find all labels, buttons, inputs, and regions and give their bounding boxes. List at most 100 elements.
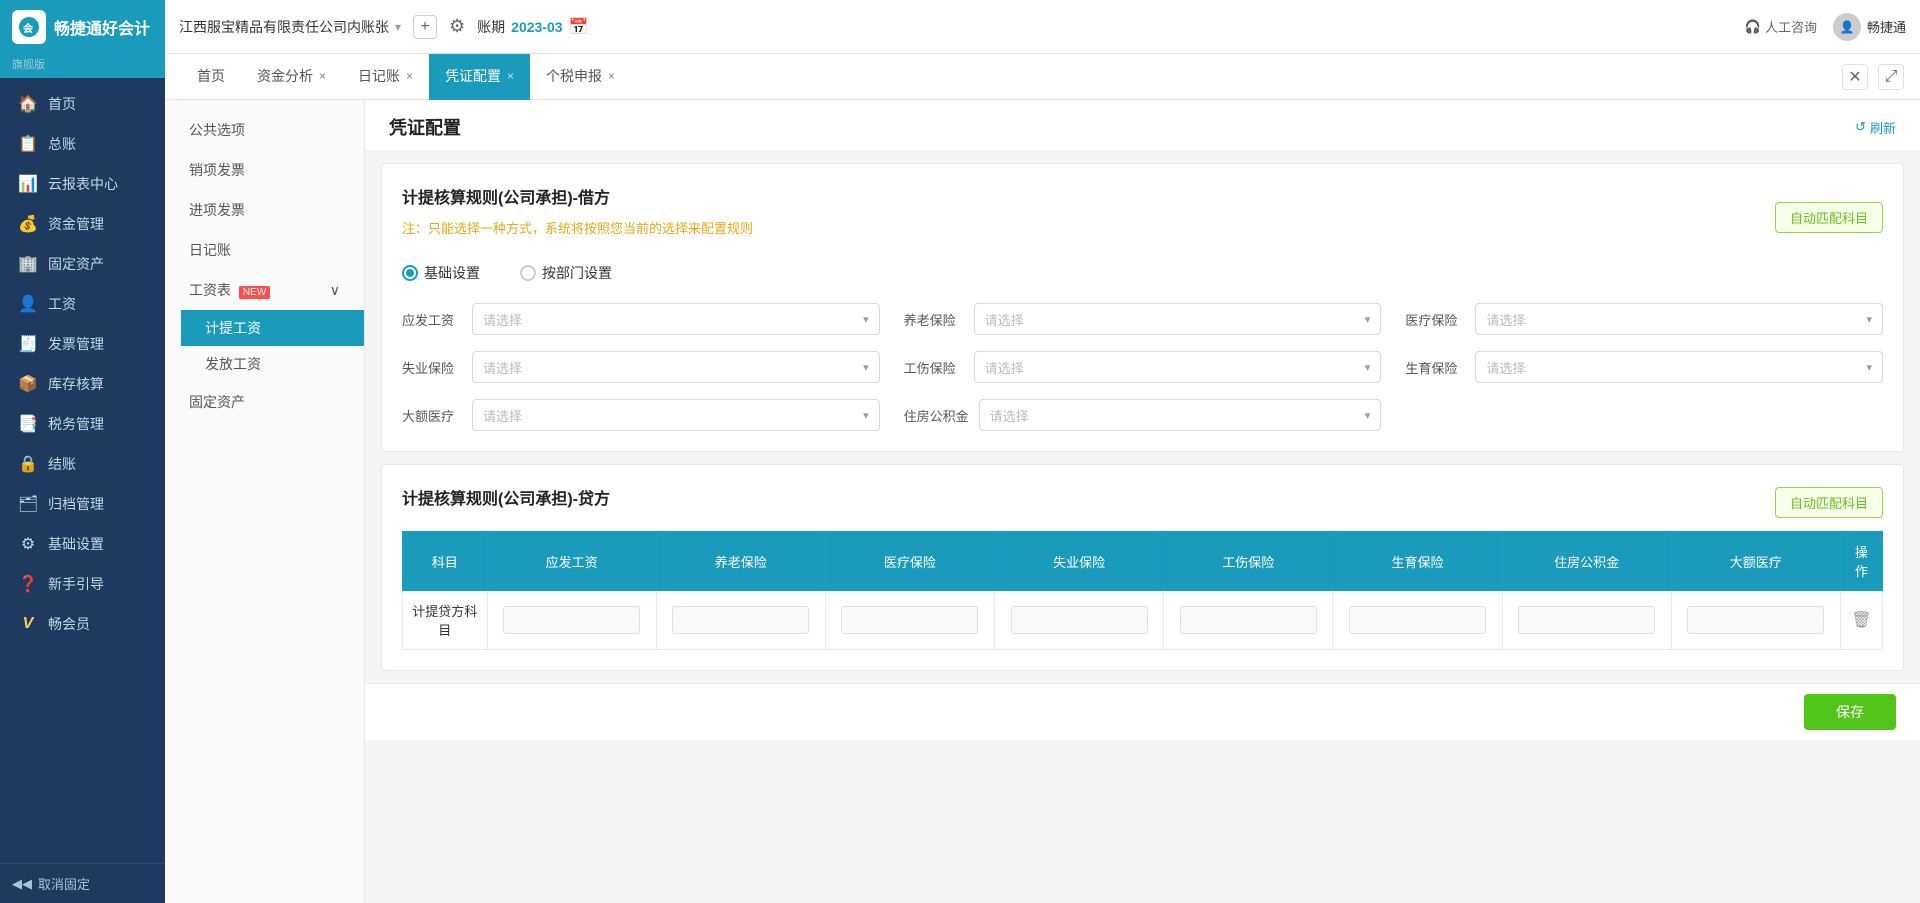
sidebar-item-label: 归档管理	[48, 494, 104, 514]
col-yingfa: 应发工资	[487, 532, 656, 591]
sidebar-item-inventory[interactable]: 📦 库存核算	[0, 364, 165, 404]
sidebar-item-capital[interactable]: 💰 资金管理	[0, 204, 165, 244]
left-nav-calc-salary[interactable]: 计提工资	[181, 310, 364, 346]
sidebar-item-salary[interactable]: 👤 工资	[0, 284, 165, 324]
debit-auto-match-button[interactable]: 自动匹配科目	[1775, 202, 1883, 233]
col-shiye: 失业保险	[995, 532, 1164, 591]
avatar: 👤	[1833, 13, 1861, 41]
user-menu[interactable]: 👤 畅捷通	[1833, 13, 1906, 41]
debit-header-row: 计提核算规则(公司承担)-借方 注：只能选择一种方式，系统将按照您当前的选择来配…	[402, 184, 1883, 251]
col-dae: 大额医疗	[1671, 532, 1840, 591]
close-tab-button[interactable]: ✕	[1842, 64, 1868, 90]
tab-journal[interactable]: 日记账 ×	[342, 54, 429, 100]
radio-basic[interactable]: 基础设置	[402, 263, 480, 283]
home-icon: 🏠	[18, 94, 38, 114]
sidebar-item-tax[interactable]: 📑 税务管理	[0, 404, 165, 444]
left-nav-pay-salary[interactable]: 发放工资	[181, 346, 364, 382]
input-yanglao[interactable]	[672, 606, 809, 634]
sidebar-item-guide[interactable]: ❓ 新手引导	[0, 564, 165, 604]
form-item-shengyu: 生育保险 请选择 ▾	[1405, 351, 1883, 383]
sidebar-item-label: 工资	[48, 294, 76, 314]
select-placeholder: 请选择	[990, 406, 1029, 425]
radio-basic-circle	[402, 265, 418, 281]
select-gongshang[interactable]: 请选择 ▾	[974, 351, 1382, 383]
debit-radio-group: 基础设置 按部门设置	[402, 263, 1883, 283]
tab-close-icon[interactable]: ×	[319, 69, 326, 83]
cell-gongshang	[1164, 591, 1333, 650]
input-shengyu[interactable]	[1349, 606, 1486, 634]
refresh-button[interactable]: ↺ 刷新	[1855, 118, 1896, 137]
period-value: 2023-03	[511, 19, 562, 35]
left-nav-public[interactable]: 公共选项	[165, 110, 364, 150]
sidebar-item-close[interactable]: 🔒 结账	[0, 444, 165, 484]
save-button[interactable]: 保存	[1804, 694, 1896, 730]
sidebar-item-settings[interactable]: ⚙ 基础设置	[0, 524, 165, 564]
settings-gear-button[interactable]: ⚙	[449, 16, 465, 37]
page-title: 凭证配置	[389, 114, 461, 140]
input-dae[interactable]	[1687, 606, 1824, 634]
invoice-icon: 🧾	[18, 334, 38, 354]
form-item-yanglao: 养老保险 请选择 ▾	[904, 303, 1382, 335]
input-shiye[interactable]	[1011, 606, 1148, 634]
sidebar-item-label: 结账	[48, 454, 76, 474]
service-button[interactable]: 🎧 人工咨询	[1745, 17, 1817, 36]
select-yanglao[interactable]: 请选择 ▾	[974, 303, 1382, 335]
select-yingfa[interactable]: 请选择 ▾	[472, 303, 880, 335]
select-zhufang[interactable]: 请选择 ▾	[979, 399, 1382, 431]
label-yingfa: 应发工资	[402, 310, 462, 329]
tab-label: 首页	[197, 66, 225, 86]
chevron-down-icon: ∨	[330, 282, 340, 299]
input-gongshang[interactable]	[1180, 606, 1317, 634]
select-shengyu[interactable]: 请选择 ▾	[1475, 351, 1883, 383]
form-item-yiliao: 医疗保险 请选择 ▾	[1405, 303, 1883, 335]
radio-dept[interactable]: 按部门设置	[520, 263, 612, 283]
add-account-button[interactable]: +	[413, 15, 437, 39]
sidebar-item-invoice[interactable]: 🧾 发票管理	[0, 324, 165, 364]
chevron-down-icon: ▾	[1365, 409, 1371, 422]
sidebar-item-archive[interactable]: 🗂 归档管理	[0, 484, 165, 524]
left-nav-sales-invoice[interactable]: 销项发票	[165, 150, 364, 190]
tab-label: 个税申报	[546, 66, 602, 86]
sidebar-item-home[interactable]: 🏠 首页	[0, 84, 165, 124]
col-zhufang: 住房公积金	[1502, 532, 1671, 591]
left-nav-journal[interactable]: 日记账	[165, 230, 364, 270]
select-shiye[interactable]: 请选择 ▾	[472, 351, 880, 383]
sidebar-item-vip[interactable]: V 畅会员	[0, 604, 165, 644]
sidebar-item-reports[interactable]: 📊 云报表中心	[0, 164, 165, 204]
input-yiliao[interactable]	[841, 606, 978, 634]
cell-action: 🗑	[1840, 591, 1882, 650]
radio-dept-label: 按部门设置	[542, 263, 612, 283]
tab-capital[interactable]: 资金分析 ×	[241, 54, 342, 100]
left-nav-fixed-assets[interactable]: 固定资产	[165, 382, 364, 422]
tab-voucher-config[interactable]: 凭证配置 ×	[429, 54, 530, 100]
delete-row-button[interactable]: 🗑	[1851, 612, 1871, 629]
vip-icon: V	[18, 615, 38, 633]
unpin-button[interactable]: ◀◀ 取消固定	[0, 863, 165, 903]
period-label: 账期	[477, 17, 505, 37]
sidebar-item-ledger[interactable]: 📋 总账	[0, 124, 165, 164]
col-subject: 科目	[403, 532, 488, 591]
debit-title-group: 计提核算规则(公司承担)-借方 注：只能选择一种方式，系统将按照您当前的选择来配…	[402, 184, 753, 251]
col-shengyu: 生育保险	[1333, 532, 1502, 591]
company-selector[interactable]: 江西服宝精品有限责任公司内账张 ▾	[179, 17, 401, 37]
tabbar: 首页 资金分析 × 日记账 × 凭证配置 × 个税申报 × ✕ ⤢	[165, 54, 1920, 100]
sidebar-item-assets[interactable]: 🏢 固定资产	[0, 244, 165, 284]
input-zhufang[interactable]	[1518, 606, 1655, 634]
left-nav-purchase-invoice[interactable]: 进项发票	[165, 190, 364, 230]
refresh-icon: ↺	[1855, 119, 1866, 135]
sidebar-item-label: 基础设置	[48, 534, 104, 554]
select-yiliao[interactable]: 请选择 ▾	[1475, 303, 1883, 335]
tab-close-icon[interactable]: ×	[507, 69, 514, 83]
tab-home[interactable]: 首页	[181, 54, 241, 100]
expand-button[interactable]: ⤢	[1878, 64, 1904, 90]
credit-header-row: 计提核算规则(公司承担)-贷方 自动匹配科目	[402, 485, 1883, 519]
select-dae[interactable]: 请选择 ▾	[472, 399, 880, 431]
period-selector[interactable]: 账期 2023-03 📅	[477, 17, 588, 37]
left-nav-salary-table[interactable]: 工资表 NEW ∨	[165, 270, 364, 310]
sidebar-item-label: 发票管理	[48, 334, 104, 354]
input-yingfa[interactable]	[503, 606, 640, 634]
tab-tax[interactable]: 个税申报 ×	[530, 54, 631, 100]
tab-close-icon[interactable]: ×	[406, 69, 413, 83]
credit-auto-match-button[interactable]: 自动匹配科目	[1775, 487, 1883, 518]
tab-close-icon[interactable]: ×	[608, 69, 615, 83]
